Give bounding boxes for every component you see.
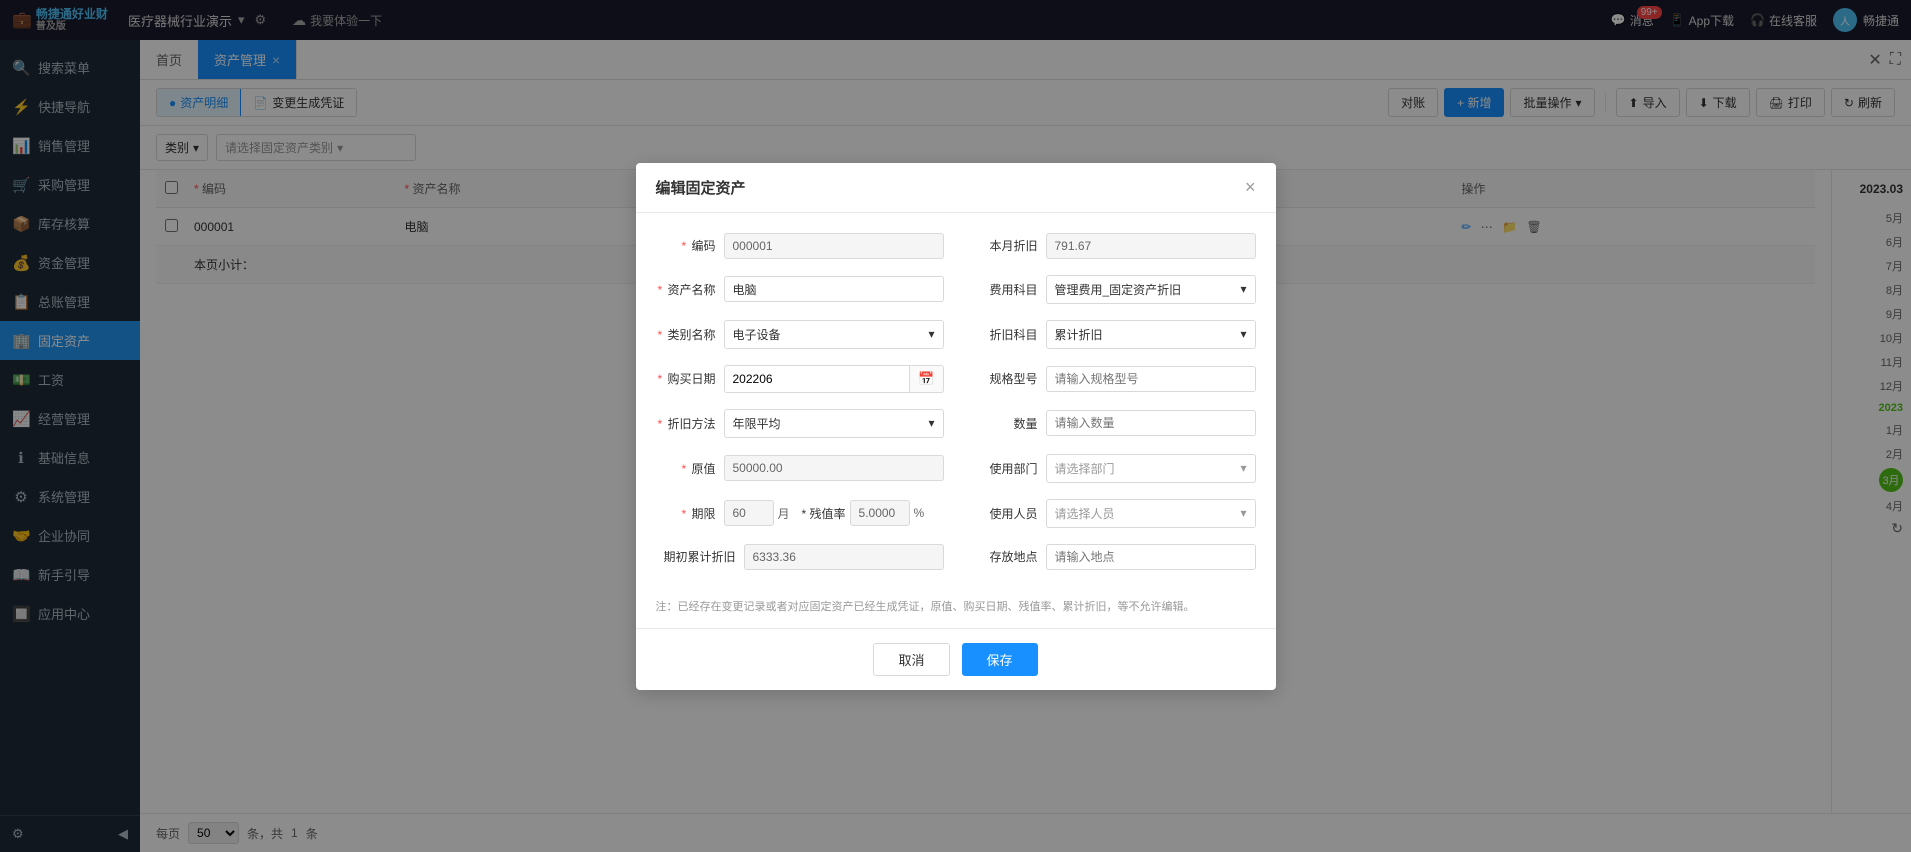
- modal-note: 注：已经存在变更记录或者对应固定资产已经生成凭证，原值、购买日期、残值率、累计折…: [636, 590, 1276, 628]
- quantity-input[interactable]: [1046, 410, 1256, 436]
- spec-model-label: 规格型号: [968, 370, 1038, 387]
- form-row-asset-name: * 资产名称: [656, 275, 944, 304]
- spec-model-input[interactable]: [1046, 366, 1256, 392]
- purchase-date-input[interactable]: [725, 366, 910, 392]
- asset-name-input[interactable]: [724, 276, 944, 302]
- code-label: * 编码: [656, 237, 716, 254]
- original-value-input[interactable]: [724, 455, 944, 481]
- form-row-spec-model: 规格型号: [968, 365, 1256, 393]
- form-row-depreciation-method: * 折旧方法 年限平均 ▾: [656, 409, 944, 438]
- original-value-label: * 原值: [656, 460, 716, 477]
- purchase-date-label: * 购买日期: [656, 370, 716, 387]
- category-arrow: ▾: [928, 327, 934, 341]
- code-input[interactable]: [724, 233, 944, 259]
- residual-rate-label: * 残值率: [802, 505, 846, 522]
- department-label: 使用部门: [968, 460, 1038, 477]
- storage-location-input[interactable]: [1046, 544, 1256, 570]
- purchase-date-field: 📅: [724, 365, 944, 393]
- initial-accumulated-label: 期初累计折旧: [656, 548, 736, 565]
- staff-label: 使用人员: [968, 505, 1038, 522]
- expense-subject-select[interactable]: 管理费用_固定资产折旧 ▾: [1046, 275, 1256, 304]
- depreciation-subject-select[interactable]: 累计折旧 ▾: [1046, 320, 1256, 349]
- residual-rate-unit: %: [914, 506, 925, 520]
- edit-fixed-asset-modal: 编辑固定资产 × * 编码 本月折旧: [636, 163, 1276, 690]
- storage-location-label: 存放地点: [968, 548, 1038, 565]
- department-arrow: ▾: [1240, 461, 1246, 475]
- modal-body: * 编码 本月折旧 * 资产名称: [636, 213, 1276, 590]
- form-row-monthly-depreciation: 本月折旧: [968, 233, 1256, 259]
- form-row-depreciation-subject: 折旧科目 累计折旧 ▾: [968, 320, 1256, 349]
- residual-rate-input[interactable]: [850, 500, 910, 526]
- initial-accumulated-input[interactable]: [744, 544, 944, 570]
- depreciation-method-arrow: ▾: [928, 416, 934, 430]
- form-row-original-value: * 原值: [656, 454, 944, 483]
- depreciation-subject-arrow: ▾: [1240, 327, 1246, 341]
- period-label: * 期限: [656, 505, 716, 522]
- depreciation-method-select[interactable]: 年限平均 ▾: [724, 409, 944, 438]
- form-row-period: * 期限 月 * 残值率 %: [656, 499, 944, 528]
- depreciation-method-label: * 折旧方法: [656, 415, 716, 432]
- calendar-icon[interactable]: 📅: [909, 366, 942, 392]
- form-row-expense-subject: 费用科目 管理费用_固定资产折旧 ▾: [968, 275, 1256, 304]
- expense-subject-label: 费用科目: [968, 281, 1038, 298]
- staff-select[interactable]: 请选择人员 ▾: [1046, 499, 1256, 528]
- monthly-depreciation-input[interactable]: [1046, 233, 1256, 259]
- category-name-label: * 类别名称: [656, 326, 716, 343]
- period-input[interactable]: [724, 500, 774, 526]
- save-button[interactable]: 保存: [962, 643, 1038, 676]
- form-row-storage-location: 存放地点: [968, 544, 1256, 570]
- expense-subject-arrow: ▾: [1240, 282, 1246, 296]
- staff-arrow: ▾: [1240, 506, 1246, 520]
- period-unit: 月: [778, 505, 790, 522]
- modal-overlay[interactable]: 编辑固定资产 × * 编码 本月折旧: [0, 0, 1911, 852]
- monthly-depreciation-label: 本月折旧: [968, 237, 1038, 254]
- period-inline: 月 * 残值率 %: [724, 500, 925, 526]
- modal-title: 编辑固定资产: [656, 177, 746, 198]
- form-row-code: * 编码: [656, 233, 944, 259]
- quantity-label: 数量: [968, 415, 1038, 432]
- form-row-staff: 使用人员 请选择人员 ▾: [968, 499, 1256, 528]
- modal-header: 编辑固定资产 ×: [636, 163, 1276, 213]
- form-row-category: * 类别名称 电子设备 ▾: [656, 320, 944, 349]
- form-row-initial-accumulated: 期初累计折旧: [656, 544, 944, 570]
- category-select[interactable]: 电子设备 ▾: [724, 320, 944, 349]
- form-row-quantity: 数量: [968, 409, 1256, 438]
- form-row-department: 使用部门 请选择部门 ▾: [968, 454, 1256, 483]
- modal-close-btn[interactable]: ×: [1245, 177, 1256, 198]
- cancel-button[interactable]: 取消: [873, 643, 949, 676]
- depreciation-subject-label: 折旧科目: [968, 326, 1038, 343]
- department-select[interactable]: 请选择部门 ▾: [1046, 454, 1256, 483]
- modal-footer: 取消 保存: [636, 628, 1276, 690]
- form-row-purchase-date: * 购买日期 📅: [656, 365, 944, 393]
- asset-name-label: * 资产名称: [656, 281, 716, 298]
